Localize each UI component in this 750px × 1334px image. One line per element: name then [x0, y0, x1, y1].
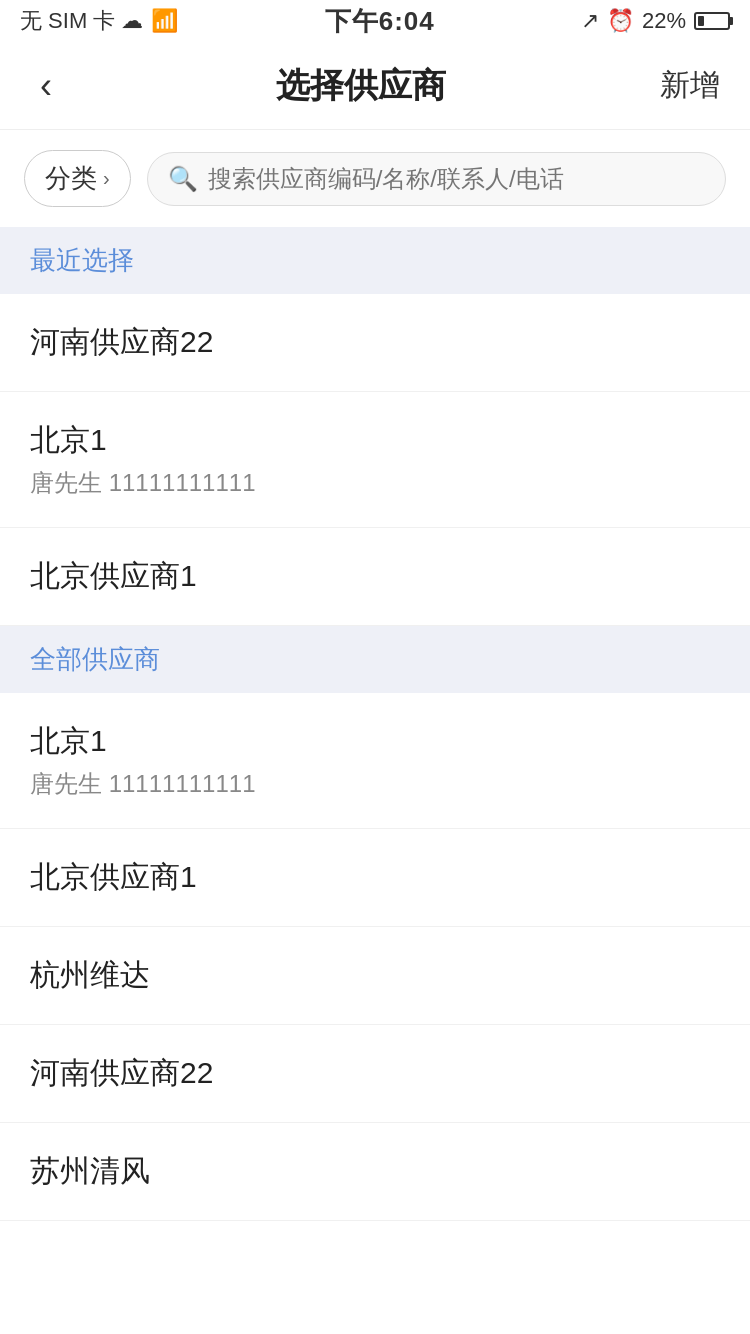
status-time: 下午6:04 [325, 4, 435, 39]
all-list-item[interactable]: 北京供应商1 [0, 829, 750, 927]
filter-bar: 分类 › 🔍 [0, 130, 750, 227]
all-list-item[interactable]: 河南供应商22 [0, 1025, 750, 1123]
no-sim-text: 无 SIM 卡 ☁ [20, 6, 143, 36]
chevron-right-icon: › [103, 167, 110, 190]
alarm-icon: ⏰ [607, 8, 634, 34]
all-list-item[interactable]: 杭州维达 [0, 927, 750, 1025]
status-bar: 无 SIM 卡 ☁ 📶 下午6:04 ↗ ⏰ 22% [0, 0, 750, 42]
category-button[interactable]: 分类 › [24, 150, 131, 207]
all-list-item[interactable]: 北京1 唐先生 11111111111 [0, 693, 750, 829]
item-sub: 唐先生 11111111111 [30, 467, 720, 499]
item-name: 北京供应商1 [30, 556, 720, 597]
recent-list-item[interactable]: 北京供应商1 [0, 528, 750, 626]
search-icon: 🔍 [168, 165, 198, 193]
location-icon: ↗ [581, 8, 599, 34]
recent-list-item[interactable]: 河南供应商22 [0, 294, 750, 392]
new-action-button[interactable]: 新增 [660, 65, 720, 106]
item-name: 河南供应商22 [30, 322, 720, 363]
item-name: 苏州清风 [30, 1151, 720, 1192]
all-list-item[interactable]: 苏州清风 [0, 1123, 750, 1221]
item-name: 河南供应商22 [30, 1053, 720, 1094]
all-section-header: 全部供应商 [0, 626, 750, 693]
status-left: 无 SIM 卡 ☁ 📶 [20, 6, 178, 36]
back-button[interactable]: ‹ [30, 55, 62, 117]
all-section-label: 全部供应商 [30, 644, 160, 674]
wifi-icon: 📶 [151, 8, 178, 34]
recent-section-header: 最近选择 [0, 227, 750, 294]
recent-items-list: 河南供应商22 北京1 唐先生 11111111111 北京供应商1 [0, 294, 750, 626]
item-name: 北京1 [30, 420, 720, 461]
status-right: ↗ ⏰ 22% [581, 8, 730, 34]
item-name: 杭州维达 [30, 955, 720, 996]
recent-list-item[interactable]: 北京1 唐先生 11111111111 [0, 392, 750, 528]
category-label: 分类 [45, 161, 97, 196]
item-name: 北京1 [30, 721, 720, 762]
search-box: 🔍 [147, 152, 726, 206]
item-sub: 唐先生 11111111111 [30, 768, 720, 800]
battery-text: 22% [642, 8, 686, 34]
recent-section-label: 最近选择 [30, 245, 134, 275]
item-name: 北京供应商1 [30, 857, 720, 898]
page-title: 选择供应商 [276, 63, 446, 109]
search-input[interactable] [208, 165, 705, 193]
battery-icon [694, 12, 730, 30]
nav-bar: ‹ 选择供应商 新增 [0, 42, 750, 130]
all-items-list: 北京1 唐先生 11111111111 北京供应商1 杭州维达河南供应商22 苏州清风 [0, 693, 750, 1221]
